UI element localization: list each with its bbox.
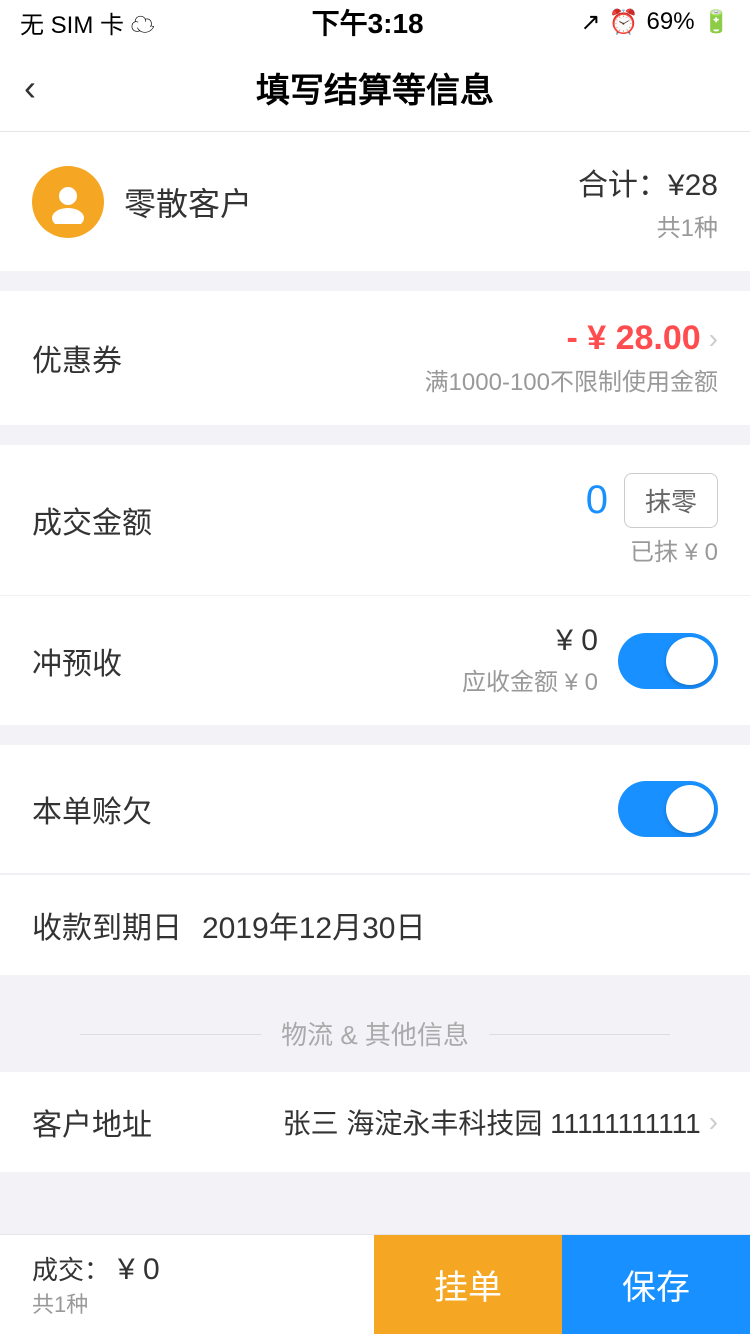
- coupon-row[interactable]: 优惠券 - ¥ 28.00 › 满1000-100不限制使用金额: [0, 291, 750, 425]
- due-date-value: 2019年12月30日: [202, 903, 425, 947]
- debt-label: 本单赊欠: [32, 787, 152, 831]
- location-icon: ↗: [581, 8, 601, 37]
- transaction-label: 成交金额: [32, 498, 152, 542]
- address-section: 客户地址 张三 海淀永丰科技园 11111111111 ›: [0, 1072, 750, 1172]
- address-row[interactable]: 客户地址 张三 海淀永丰科技园 11111111111 ›: [0, 1072, 750, 1172]
- save-button[interactable]: 保存: [562, 1235, 750, 1334]
- address-right: 张三 海淀永丰科技园 11111111111 ›: [263, 1102, 718, 1142]
- hang-button[interactable]: 挂单: [374, 1235, 562, 1334]
- alarm-icon: ⏰: [609, 8, 639, 37]
- transaction-input[interactable]: [528, 478, 608, 523]
- prepay-right: ¥ 0 应收金额 ¥ 0: [462, 624, 718, 697]
- address-label: 客户地址: [32, 1100, 152, 1144]
- transaction-right: 抹零 已抹 ¥ 0: [528, 473, 718, 567]
- status-left: 无 SIM 卡 ☁: [20, 5, 155, 40]
- address-value: 张三 海淀永丰科技园 11111111111: [283, 1102, 701, 1142]
- round-button[interactable]: 抹零: [624, 473, 718, 528]
- prepay-values: ¥ 0 应收金额 ¥ 0: [462, 624, 598, 697]
- debt-section: 本单赊欠 收款到期日 2019年12月30日: [0, 745, 750, 975]
- page-title: 填写结算等信息: [256, 63, 494, 112]
- logistics-header: 物流 & 其他信息: [0, 995, 750, 1072]
- transaction-row: 成交金额 抹零 已抹 ¥ 0: [0, 445, 750, 596]
- back-button[interactable]: ‹: [24, 67, 36, 109]
- bottom-summary: 成交： ¥ 0 共1种: [0, 1250, 374, 1319]
- sim-label: 无 SIM 卡 ☁: [20, 5, 155, 40]
- transaction-section: 成交金额 抹零 已抹 ¥ 0 冲预收 ¥ 0 应收金额 ¥ 0: [0, 445, 750, 725]
- bottom-bar: 成交： ¥ 0 共1种 挂单 保存: [0, 1234, 750, 1334]
- toggle-knob: [666, 637, 714, 685]
- bottom-count: 共1种: [32, 1287, 342, 1319]
- customer-total: 合计：¥28: [578, 160, 718, 204]
- customer-name: 零散客户: [124, 179, 252, 225]
- nav-bar: ‹ 填写结算等信息: [0, 44, 750, 132]
- battery-label: 69%: [647, 8, 695, 36]
- due-date-label: 收款到期日: [32, 903, 182, 947]
- prepay-value: ¥ 0: [556, 624, 598, 658]
- bottom-deal-row: 成交： ¥ 0: [32, 1250, 342, 1287]
- logistics-header-text: 物流 & 其他信息: [261, 1015, 489, 1052]
- transaction-value-area: 抹零: [528, 473, 718, 528]
- bottom-deal-label: 成交：: [32, 1250, 110, 1287]
- chevron-right-icon: ›: [709, 323, 718, 355]
- customer-info: 零散客户: [32, 166, 252, 238]
- customer-count: 共1种: [578, 208, 718, 243]
- coupon-value: - ¥ 28.00: [566, 319, 700, 358]
- coupon-right: - ¥ 28.00 › 满1000-100不限制使用金额: [425, 319, 718, 397]
- prepay-row: 冲预收 ¥ 0 应收金额 ¥ 0: [0, 596, 750, 725]
- customer-section: 零散客户 合计：¥28 共1种: [0, 132, 750, 271]
- debt-row: 本单赊欠: [0, 745, 750, 874]
- coupon-label: 优惠券: [32, 336, 122, 380]
- status-right: ↗ ⏰ 69% 🔋: [581, 8, 730, 37]
- customer-total-area: 合计：¥28 共1种: [578, 160, 718, 243]
- bottom-deal-value: ¥ 0: [118, 1253, 160, 1287]
- due-date-row: 收款到期日 2019年12月30日: [0, 874, 750, 975]
- status-bar: 无 SIM 卡 ☁ 下午3:18 ↗ ⏰ 69% 🔋: [0, 0, 750, 44]
- coupon-value-area: - ¥ 28.00 ›: [566, 319, 718, 358]
- debt-toggle-knob: [666, 785, 714, 833]
- coupon-desc: 满1000-100不限制使用金额: [425, 362, 718, 397]
- transaction-sub: 已抹 ¥ 0: [630, 532, 718, 567]
- prepay-sub: 应收金额 ¥ 0: [462, 662, 598, 697]
- address-chevron-icon: ›: [709, 1106, 718, 1138]
- logistics-container: 物流 & 其他信息: [0, 995, 750, 1072]
- status-time: 下午3:18: [312, 2, 424, 42]
- prepay-label: 冲预收: [32, 639, 122, 683]
- battery-icon: 🔋: [703, 9, 730, 35]
- prepay-toggle[interactable]: [618, 633, 718, 689]
- debt-toggle[interactable]: [618, 781, 718, 837]
- coupon-section: 优惠券 - ¥ 28.00 › 满1000-100不限制使用金额: [0, 291, 750, 425]
- avatar: [32, 166, 104, 238]
